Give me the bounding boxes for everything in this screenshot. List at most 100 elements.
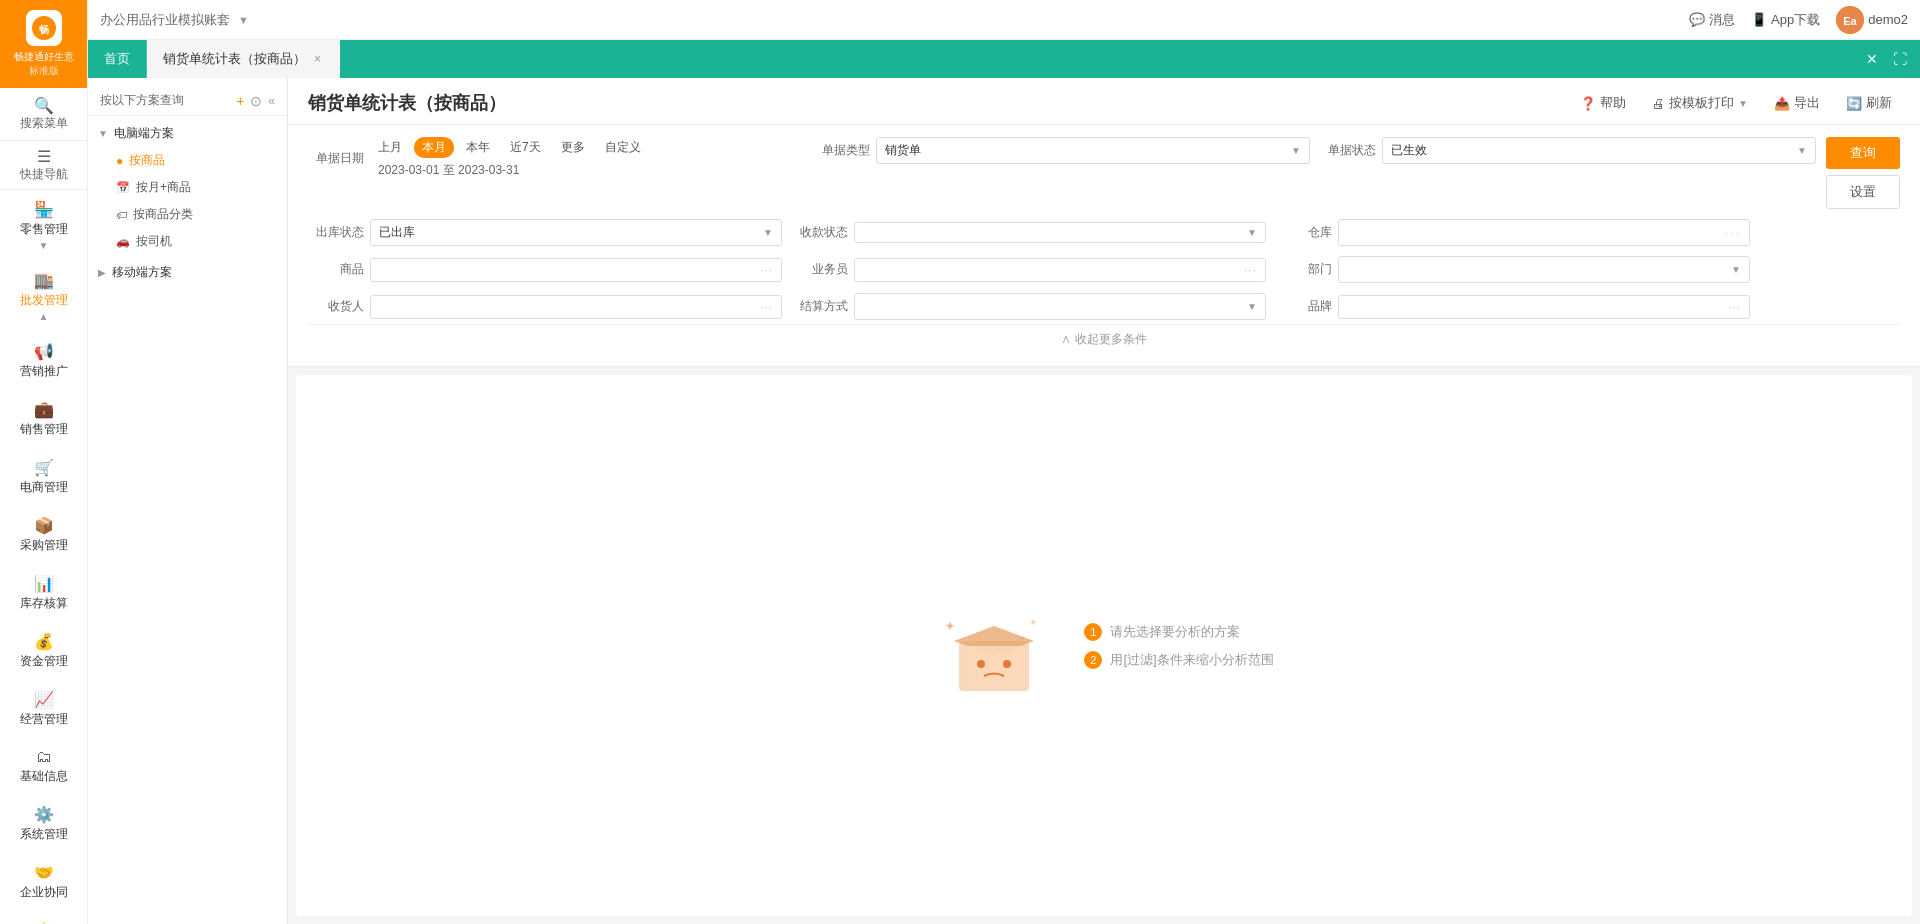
- ecommerce-icon: 🛒: [34, 458, 54, 477]
- brand-dots-icon: ···: [1728, 300, 1741, 314]
- receive-status-arrow-icon: ▼: [1247, 227, 1257, 238]
- date-tab-this-year[interactable]: 本年: [458, 137, 498, 158]
- dept-select[interactable]: ▼: [1338, 256, 1750, 283]
- print-icon: 🖨: [1652, 96, 1665, 111]
- tab-close-all-btn[interactable]: ✕: [1860, 47, 1884, 71]
- page-title: 销货单统计表（按商品）: [308, 91, 506, 115]
- out-status-select[interactable]: 已出库 ▼: [370, 219, 782, 246]
- warehouse-select[interactable]: ···: [1338, 219, 1750, 246]
- date-tabs: 上月 本月 本年 近7天 更多 自定义: [370, 137, 649, 158]
- corp-icon: 🤝: [34, 863, 54, 882]
- scheme-item-by-driver-label: 按司机: [136, 233, 172, 250]
- goods-input[interactable]: ···: [370, 258, 782, 282]
- warehouse-value: [1347, 224, 1359, 241]
- help-btn[interactable]: ❓ 帮助: [1572, 90, 1634, 116]
- tab-fullscreen-btn[interactable]: ⛶: [1888, 47, 1912, 71]
- refresh-btn[interactable]: 🔄 刷新: [1838, 90, 1900, 116]
- sidebar-item-sales[interactable]: 💼 销售管理: [0, 390, 87, 448]
- receive-status-label: 收款状态: [792, 224, 848, 241]
- tip-text-2: 用[过滤]条件来缩小分析范围: [1110, 651, 1273, 669]
- sidebar-item-system-label: 系统管理: [20, 826, 68, 843]
- logo-icon: 畅: [26, 10, 62, 46]
- scheme-item-active-icon: ●: [116, 154, 123, 168]
- filter-area: 单据日期 上月 本月 本年 近7天 更多 自定义 2023-03-01 至 20…: [288, 125, 1920, 367]
- sidebar-item-finance[interactable]: 💰 资金管理: [0, 622, 87, 680]
- doc-status-value: 已生效: [1391, 142, 1427, 159]
- svg-text:畅: 畅: [39, 24, 49, 35]
- scheme-item-by-driver[interactable]: 🚗 按司机: [88, 228, 287, 255]
- system-icon: ⚙️: [34, 805, 54, 824]
- tab-home[interactable]: 首页: [88, 40, 147, 78]
- tabbar-actions: ✕ ⛶: [1860, 47, 1920, 71]
- left-panel: 按以下方案查询 + ⊙ « ▼ 电脑端方案 ● 按商品 📅: [88, 78, 288, 924]
- date-tab-7days[interactable]: 近7天: [502, 137, 549, 158]
- sidebar-item-inventory[interactable]: 📊 库存核算: [0, 564, 87, 622]
- brand-label: 品牌: [1276, 298, 1332, 315]
- sidebar-item-newguide[interactable]: 🌟 新手引导: [0, 911, 87, 924]
- doc-status-select[interactable]: 已生效 ▼: [1382, 137, 1816, 164]
- salesman-dots-icon: ···: [1244, 263, 1257, 277]
- app-download-btn[interactable]: 📱 App下载: [1751, 11, 1820, 29]
- export-label: 导出: [1794, 94, 1820, 112]
- edit-scheme-btn[interactable]: ⊙: [250, 93, 262, 109]
- out-status-arrow-icon: ▼: [763, 227, 773, 238]
- sidebar-item-basic[interactable]: 🗂 基础信息: [0, 738, 87, 795]
- out-status-label: 出库状态: [308, 224, 364, 241]
- salesman-input[interactable]: ···: [854, 258, 1266, 282]
- tab-sales-stat-label: 销货单统计表（按商品）: [163, 50, 306, 68]
- avatar: Ea: [1836, 6, 1864, 34]
- doc-type-select[interactable]: 销货单 ▼: [876, 137, 1310, 164]
- scheme-item-by-goods-label: 按商品: [129, 152, 165, 169]
- print-btn[interactable]: 🖨 按模板打印 ▼: [1644, 90, 1756, 116]
- sidebar-item-ecommerce[interactable]: 🛒 电商管理: [0, 448, 87, 506]
- scheme-item-by-month-goods[interactable]: 📅 按月+商品: [88, 174, 287, 201]
- settings-button[interactable]: 设置: [1826, 175, 1900, 209]
- sidebar-item-system[interactable]: ⚙️ 系统管理: [0, 795, 87, 853]
- topbar-left: 办公用品行业模拟账套 ▼: [100, 11, 249, 29]
- brand-input[interactable]: ···: [1338, 295, 1750, 319]
- empty-illustration: ✦ ✦ ✦: [934, 586, 1054, 706]
- sidebar-item-sales-label: 销售管理: [20, 421, 68, 438]
- scheme-item-by-goods[interactable]: ● 按商品: [88, 147, 287, 174]
- sidebar-item-marketing[interactable]: 📢 营销推广: [0, 332, 87, 390]
- scheme-group-mobile-header[interactable]: ▶ 移动端方案: [88, 259, 287, 286]
- sidebar-item-corp[interactable]: 🤝 企业协同: [0, 853, 87, 911]
- receiver-input[interactable]: ···: [370, 295, 782, 319]
- add-scheme-btn[interactable]: +: [236, 93, 244, 109]
- settle-select[interactable]: ▼: [854, 293, 1266, 320]
- empty-tips: 1 请先选择要分析的方案 2 用[过滤]条件来缩小分析范围: [1084, 623, 1273, 669]
- date-tab-more[interactable]: 更多: [553, 137, 593, 158]
- tab-sales-stat[interactable]: 销货单统计表（按商品） ×: [147, 40, 340, 78]
- sidebar-item-inventory-label: 库存核算: [20, 595, 68, 612]
- collapse-bar[interactable]: ∧ 收起更多条件: [308, 324, 1900, 354]
- scheme-group-mobile: ▶ 移动端方案: [88, 259, 287, 286]
- tab-close-icon[interactable]: ×: [312, 50, 323, 68]
- sidebar-search-menu[interactable]: 🔍 搜索菜单: [0, 88, 87, 141]
- app-download-icon: 📱: [1751, 12, 1767, 27]
- desktop-group-label: 电脑端方案: [114, 125, 174, 142]
- receive-status-select[interactable]: ▼: [854, 222, 1266, 243]
- doc-status-arrow-icon: ▼: [1797, 145, 1807, 156]
- date-tab-this-month[interactable]: 本月: [414, 137, 454, 158]
- message-btn[interactable]: 💬 消息: [1689, 11, 1735, 29]
- query-button[interactable]: 查询: [1826, 137, 1900, 169]
- empty-tip-2: 2 用[过滤]条件来缩小分析范围: [1084, 651, 1273, 669]
- sidebar-item-purchase[interactable]: 📦 采购管理: [0, 506, 87, 564]
- date-tab-last-month[interactable]: 上月: [370, 137, 410, 158]
- receiver-label: 收货人: [308, 298, 364, 315]
- scheme-item-by-category[interactable]: 🏷 按商品分类: [88, 201, 287, 228]
- export-btn[interactable]: 📤 导出: [1766, 90, 1828, 116]
- scheme-group-desktop-header[interactable]: ▼ 电脑端方案: [88, 120, 287, 147]
- sidebar-quick-nav[interactable]: ☰ 快捷导航: [0, 141, 87, 190]
- sidebar-item-purchase-label: 采购管理: [20, 537, 68, 554]
- main-area: 办公用品行业模拟账套 ▼ 💬 消息 📱 App下载 Ea demo2: [88, 0, 1920, 924]
- sidebar-item-wholesale[interactable]: 🏬 批发管理 ▲: [0, 261, 87, 332]
- collapse-panel-btn[interactable]: «: [268, 94, 275, 108]
- industry-arrow-icon: ▼: [238, 14, 249, 26]
- sidebar-item-operation[interactable]: 📈 经营管理: [0, 680, 87, 738]
- sales-icon: 💼: [34, 400, 54, 419]
- user-btn[interactable]: Ea demo2: [1836, 6, 1908, 34]
- date-tab-custom[interactable]: 自定义: [597, 137, 649, 158]
- sidebar-item-retail[interactable]: 🏪 零售管理 ▼: [0, 190, 87, 261]
- date-filter-label: 单据日期: [308, 150, 364, 167]
